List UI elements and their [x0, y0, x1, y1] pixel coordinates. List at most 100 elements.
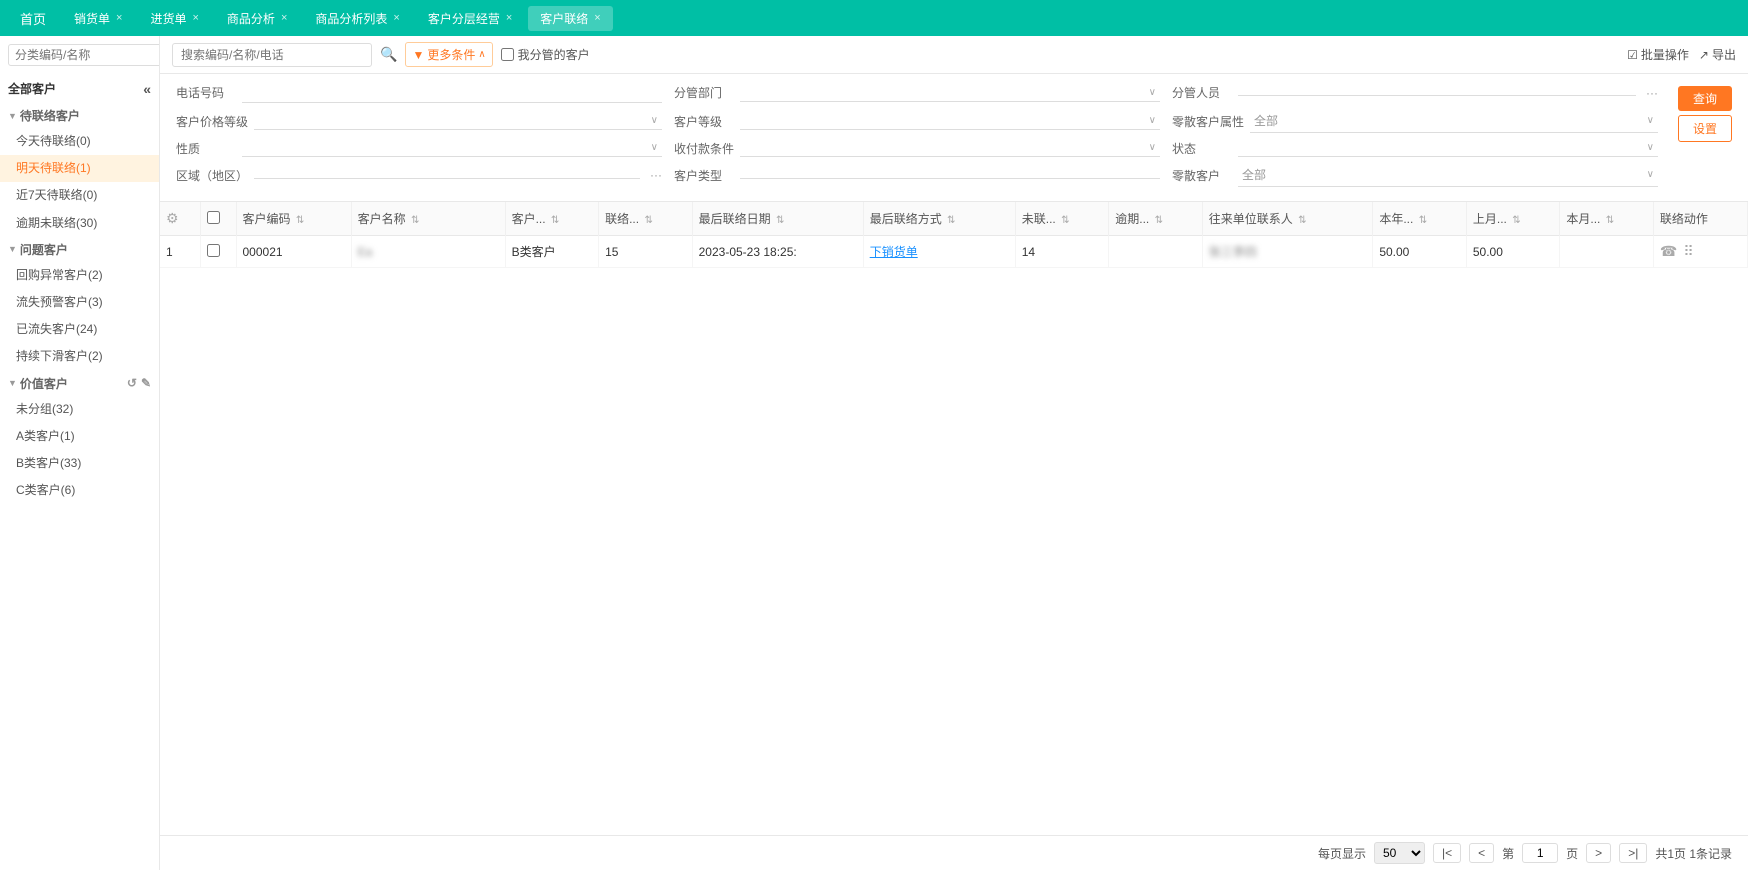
sidebar-item-abnormal-repurchase[interactable]: 回购异常客户(2) [0, 262, 159, 289]
sort-icon[interactable]: ⇅ [296, 215, 304, 226]
toolbar-search-icon[interactable]: 🔍 [380, 46, 397, 63]
filter-payment: 收付款条件 ∨ [674, 139, 1160, 157]
dept-select[interactable]: ∨ [740, 84, 1160, 102]
row-checkbox[interactable] [207, 244, 220, 257]
per-page-select[interactable]: 50 100 200 [1374, 842, 1425, 864]
close-icon[interactable]: × [281, 12, 287, 24]
page-unit: 页 [1566, 845, 1578, 862]
customer-type-select[interactable] [740, 172, 1160, 179]
sort-icon[interactable]: ⇅ [1061, 215, 1069, 226]
area-select[interactable] [254, 172, 640, 179]
close-icon[interactable]: × [506, 12, 512, 24]
sidebar-item-ungrouped[interactable]: 未分组(32) [0, 396, 159, 423]
td-seq: 1 [160, 236, 200, 268]
first-page-button[interactable]: |< [1433, 843, 1461, 863]
nav-product-analysis[interactable]: 商品分析 × [215, 6, 299, 31]
query-button[interactable]: 查询 [1678, 86, 1732, 111]
th-checkbox [200, 202, 236, 236]
nav-product-analysis-list[interactable]: 商品分析列表 × [303, 6, 411, 31]
last-contact-method-link[interactable]: 下销货单 [870, 245, 918, 259]
sort-icon[interactable]: ⇅ [1419, 215, 1427, 226]
table-header-row: ⚙ 客户编码 ⇅ 客户名称 ⇅ [160, 202, 1748, 236]
td-contact-person: 张三李四 [1202, 236, 1373, 268]
close-icon[interactable]: × [116, 12, 122, 24]
retail-customer-select[interactable]: 全部 ∨ [1238, 163, 1658, 187]
sort-icon[interactable]: ⇅ [1606, 215, 1614, 226]
contact-action-icon[interactable]: ☎ [1660, 243, 1677, 260]
payment-select[interactable]: ∨ [740, 139, 1160, 157]
last-page-button[interactable]: >| [1619, 843, 1647, 863]
refresh-icon[interactable]: ↺ [127, 376, 137, 390]
search-input[interactable] [172, 43, 372, 67]
data-table-wrapper: ⚙ 客户编码 ⇅ 客户名称 ⇅ [160, 202, 1748, 835]
nature-select[interactable]: ∨ [242, 139, 662, 157]
sort-icon[interactable]: ⇅ [644, 215, 652, 226]
sort-icon[interactable]: ⇅ [551, 215, 559, 226]
filter-panel: 电话号码 分管部门 ∨ 分管人员 [160, 74, 1748, 202]
sidebar-group-value[interactable]: ▼ 价值客户 ↺ ✎ [0, 371, 159, 396]
sidebar-item-overdue-contact[interactable]: 逾期未联络(30) [0, 210, 159, 237]
collapse-icon[interactable]: « [143, 81, 151, 97]
sidebar-item-class-a[interactable]: A类客户(1) [0, 423, 159, 450]
more-action-icon[interactable]: ⠿ [1683, 243, 1693, 260]
setting-button[interactable]: 设置 [1678, 115, 1732, 142]
sidebar-item-class-b[interactable]: B类客户(33) [0, 450, 159, 477]
sidebar-item-churn-warning[interactable]: 流失预警客户(3) [0, 289, 159, 316]
sort-icon[interactable]: ⇅ [411, 215, 419, 226]
chevron-down-icon: ∨ [1647, 142, 1654, 153]
sidebar-item-class-c[interactable]: C类客户(6) [0, 477, 159, 504]
sidebar-item-churned[interactable]: 已流失客户(24) [0, 316, 159, 343]
nav-sales-order[interactable]: 销货单 × [62, 6, 134, 31]
prev-page-button[interactable]: < [1469, 843, 1494, 863]
retail-attr-select[interactable]: 全部 ∨ [1250, 109, 1658, 133]
customer-level-select[interactable]: ∨ [740, 112, 1160, 130]
page-number-input[interactable] [1522, 843, 1558, 863]
total-records-label: 共1页 1条记录 [1655, 845, 1732, 862]
filter-status: 状态 ∨ [1172, 139, 1658, 157]
phone-input[interactable] [242, 82, 662, 103]
edit-icon[interactable]: ✎ [141, 376, 151, 390]
nav-home[interactable]: 首页 [8, 5, 58, 32]
contact-person-text: 张三李四 [1209, 243, 1257, 260]
sidebar-all-customers[interactable]: 全部客户 « [0, 74, 159, 103]
close-icon[interactable]: × [393, 12, 399, 24]
chevron-down-icon: ∨ [1149, 87, 1156, 98]
nav-customer-contact[interactable]: 客户联络 × [528, 6, 612, 31]
sort-icon[interactable]: ⇅ [776, 215, 784, 226]
export-button[interactable]: ↗ 导出 [1699, 46, 1736, 63]
sidebar-group-pending[interactable]: ▼ 待联络客户 [0, 103, 159, 128]
sidebar-search-input[interactable] [8, 44, 160, 66]
select-all-checkbox[interactable] [207, 211, 220, 224]
th-this-year: 本年... ⇅ [1373, 202, 1467, 236]
sidebar-item-today-contact[interactable]: 今天待联络(0) [0, 128, 159, 155]
sidebar-item-7day-contact[interactable]: 近7天待联络(0) [0, 182, 159, 209]
sidebar-group-problem[interactable]: ▼ 问题客户 [0, 237, 159, 262]
price-level-select[interactable]: ∨ [254, 112, 662, 130]
sidebar: 🔍 全部客户 « ▼ 待联络客户 今天待联络(0) 明天待联络(1) 近7天待联… [0, 36, 160, 870]
sort-icon[interactable]: ⇅ [1512, 215, 1520, 226]
filter-row-3: 性质 ∨ 收付款条件 ∨ [176, 139, 1658, 157]
my-customers-checkbox[interactable] [501, 48, 514, 61]
sort-icon[interactable]: ⇅ [1155, 215, 1163, 226]
more-filters-button[interactable]: ▼ 更多条件 ∧ [405, 42, 492, 67]
th-settings: ⚙ [160, 202, 200, 236]
settings-gear-icon[interactable]: ⚙ [166, 210, 179, 226]
close-icon[interactable]: × [192, 12, 198, 24]
toolbar: 🔍 ▼ 更多条件 ∧ 我分管的客户 ☑ 批量操作 ↗ 导出 [160, 36, 1748, 74]
next-page-button[interactable]: > [1586, 843, 1611, 863]
person-select[interactable] [1238, 89, 1636, 96]
my-customers-checkbox-label[interactable]: 我分管的客户 [501, 46, 590, 63]
sort-icon[interactable]: ⇅ [947, 215, 955, 226]
sidebar-item-declining[interactable]: 持续下滑客户(2) [0, 343, 159, 370]
status-select[interactable]: ∨ [1238, 139, 1658, 157]
nav-customer-tier[interactable]: 客户分层经营 × [416, 6, 524, 31]
nav-purchase-order[interactable]: 进货单 × [138, 6, 210, 31]
close-icon[interactable]: × [594, 12, 600, 24]
td-last-date: 2023-05-23 18:25: [692, 236, 863, 268]
data-table: ⚙ 客户编码 ⇅ 客户名称 ⇅ [160, 202, 1748, 268]
person-more-icon[interactable]: ··· [1646, 86, 1658, 100]
batch-operation-button[interactable]: ☑ 批量操作 [1627, 46, 1689, 63]
area-more-icon[interactable]: ··· [650, 168, 662, 182]
sidebar-item-tomorrow-contact[interactable]: 明天待联络(1) [0, 155, 159, 182]
sort-icon[interactable]: ⇅ [1298, 215, 1306, 226]
